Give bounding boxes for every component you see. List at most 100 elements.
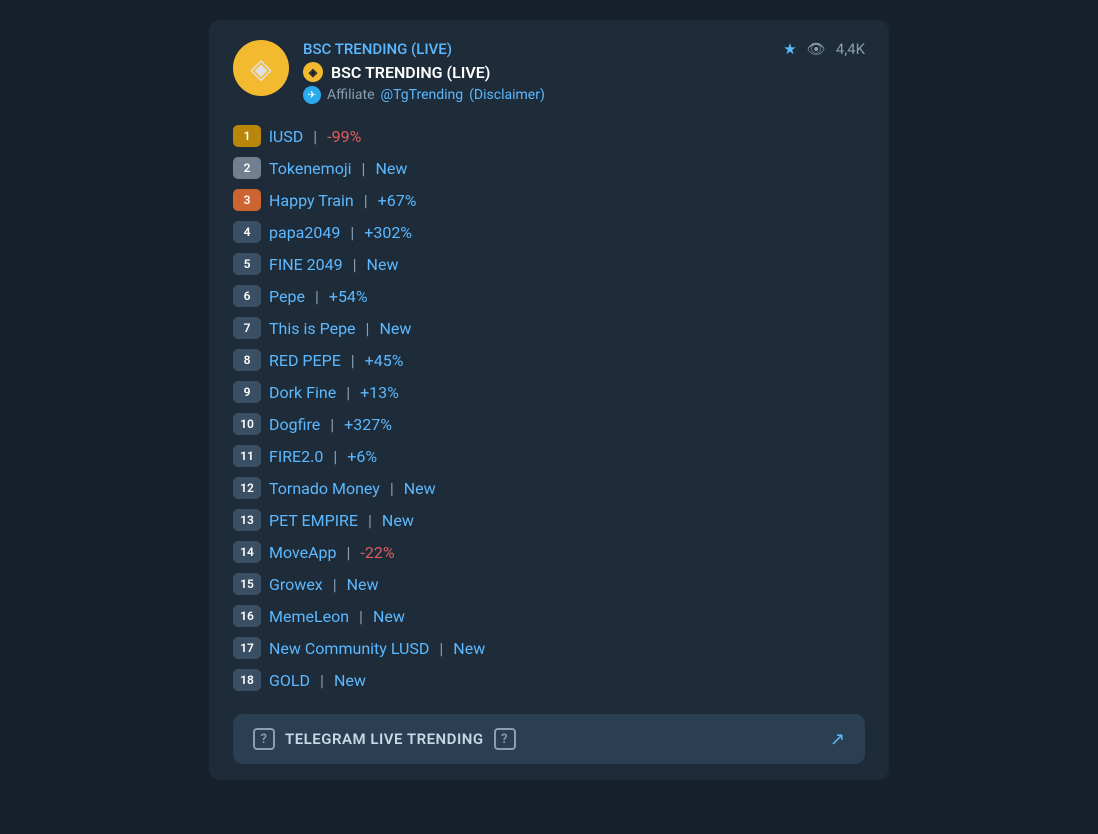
item-name[interactable]: Pepe [269, 287, 305, 306]
item-name[interactable]: Happy Train [269, 191, 354, 210]
item-change: New [334, 671, 366, 690]
channel-avatar: ◈ [233, 40, 289, 96]
separator: | [364, 191, 368, 210]
item-change: New [453, 639, 485, 658]
eye-icon: 👁 [807, 40, 826, 58]
item-name[interactable]: FINE 2049 [269, 255, 343, 274]
item-change: New [367, 255, 399, 274]
item-name[interactable]: RED PEPE [269, 351, 341, 370]
item-change: +13% [360, 383, 399, 402]
item-change: New [379, 319, 411, 338]
footer-button-label: TELEGRAM LIVE TRENDING [285, 730, 484, 748]
rank-badge: 13 [233, 509, 261, 531]
rank-badge: 16 [233, 605, 261, 627]
separator: | [351, 351, 355, 370]
list-item: 5 FINE 2049 | New [233, 250, 865, 278]
list-item: 2 Tokenemoji | New [233, 154, 865, 182]
channel-name: BSC TRENDING (LIVE) [331, 63, 490, 82]
item-change: +6% [347, 447, 377, 466]
external-link-icon: ↗ [830, 729, 845, 750]
telegram-icon: ✈ [303, 86, 321, 104]
item-name[interactable]: MoveApp [269, 543, 337, 562]
list-item: 6 Pepe | +54% [233, 282, 865, 310]
item-name[interactable]: Tornado Money [269, 479, 380, 498]
separator: | [347, 543, 351, 562]
item-name[interactable]: PET EMPIRE [269, 511, 358, 530]
star-icon: ★ [783, 40, 796, 58]
item-name[interactable]: Dork Fine [269, 383, 336, 402]
item-name[interactable]: Tokenemoji [269, 159, 352, 178]
separator: | [353, 255, 357, 274]
list-item: 11 FIRE2.0 | +6% [233, 442, 865, 470]
separator: | [333, 575, 337, 594]
list-item: 18 GOLD | New [233, 666, 865, 694]
item-change: New [382, 511, 414, 530]
channel-info: BSC TRENDING (LIVE) ◈ BSC TRENDING (LIVE… [303, 40, 769, 104]
separator: | [368, 511, 372, 530]
item-change: -22% [360, 543, 394, 562]
separator: | [330, 415, 334, 434]
disclaimer-link[interactable]: (Disclaimer) [469, 87, 545, 103]
item-change: New [404, 479, 436, 498]
separator: | [313, 127, 317, 146]
channel-title-main: ◈ BSC TRENDING (LIVE) [303, 62, 769, 82]
list-item: 8 RED PEPE | +45% [233, 346, 865, 374]
rank-badge: 17 [233, 637, 261, 659]
affiliate-line: ✈ Affiliate @TgTrending (Disclaimer) [303, 86, 769, 104]
rank-badge: 4 [233, 221, 261, 243]
item-change: New [373, 607, 405, 626]
separator: | [320, 671, 324, 690]
item-change: +67% [378, 191, 417, 210]
separator: | [390, 479, 394, 498]
item-change: +302% [364, 223, 412, 242]
list-item: 14 MoveApp | -22% [233, 538, 865, 566]
item-name[interactable]: lUSD [269, 127, 303, 146]
item-name[interactable]: Dogfire [269, 415, 320, 434]
list-item: 9 Dork Fine | +13% [233, 378, 865, 406]
item-change: +54% [329, 287, 368, 306]
separator: | [362, 159, 366, 178]
telegram-live-trending-button[interactable]: ? TELEGRAM LIVE TRENDING ? ↗ [233, 714, 865, 764]
channel-header: ◈ BSC TRENDING (LIVE) ◈ BSC TRENDING (LI… [233, 40, 865, 104]
separator: | [366, 319, 370, 338]
viewer-count: 4,4K [836, 40, 865, 58]
list-item: 10 Dogfire | +327% [233, 410, 865, 438]
separator: | [333, 447, 337, 466]
separator: | [439, 639, 443, 658]
trending-list: 1 lUSD | -99% 2 Tokenemoji | New 3 Happy… [233, 122, 865, 694]
rank-badge: 15 [233, 573, 261, 595]
rank-badge: 9 [233, 381, 261, 403]
item-name[interactable]: papa2049 [269, 223, 340, 242]
item-change: New [375, 159, 407, 178]
list-item: 3 Happy Train | +67% [233, 186, 865, 214]
list-item: 17 New Community LUSD | New [233, 634, 865, 662]
rank-badge: 8 [233, 349, 261, 371]
list-item: 12 Tornado Money | New [233, 474, 865, 502]
list-item: 1 lUSD | -99% [233, 122, 865, 150]
affiliate-handle[interactable]: @TgTrending [381, 87, 464, 103]
rank-badge: 12 [233, 477, 261, 499]
item-name[interactable]: MemeLeon [269, 607, 349, 626]
item-name[interactable]: FIRE2.0 [269, 447, 323, 466]
rank-badge: 14 [233, 541, 261, 563]
binance-logo-icon: ◈ [250, 52, 272, 85]
list-item: 16 MemeLeon | New [233, 602, 865, 630]
separator: | [315, 287, 319, 306]
question-icon-left: ? [253, 728, 275, 750]
item-name[interactable]: GOLD [269, 671, 310, 690]
list-item: 15 Growex | New [233, 570, 865, 598]
rank-badge: 6 [233, 285, 261, 307]
rank-badge: 1 [233, 125, 261, 147]
channel-title-top: BSC TRENDING (LIVE) [303, 40, 769, 58]
rank-badge: 18 [233, 669, 261, 691]
item-change: New [347, 575, 379, 594]
rank-badge: 2 [233, 157, 261, 179]
item-name[interactable]: Growex [269, 575, 323, 594]
item-name[interactable]: This is Pepe [269, 319, 356, 338]
item-change: +45% [365, 351, 404, 370]
item-change: -99% [327, 127, 361, 146]
separator: | [346, 383, 350, 402]
list-item: 13 PET EMPIRE | New [233, 506, 865, 534]
rank-badge: 11 [233, 445, 261, 467]
item-name[interactable]: New Community LUSD [269, 639, 429, 658]
